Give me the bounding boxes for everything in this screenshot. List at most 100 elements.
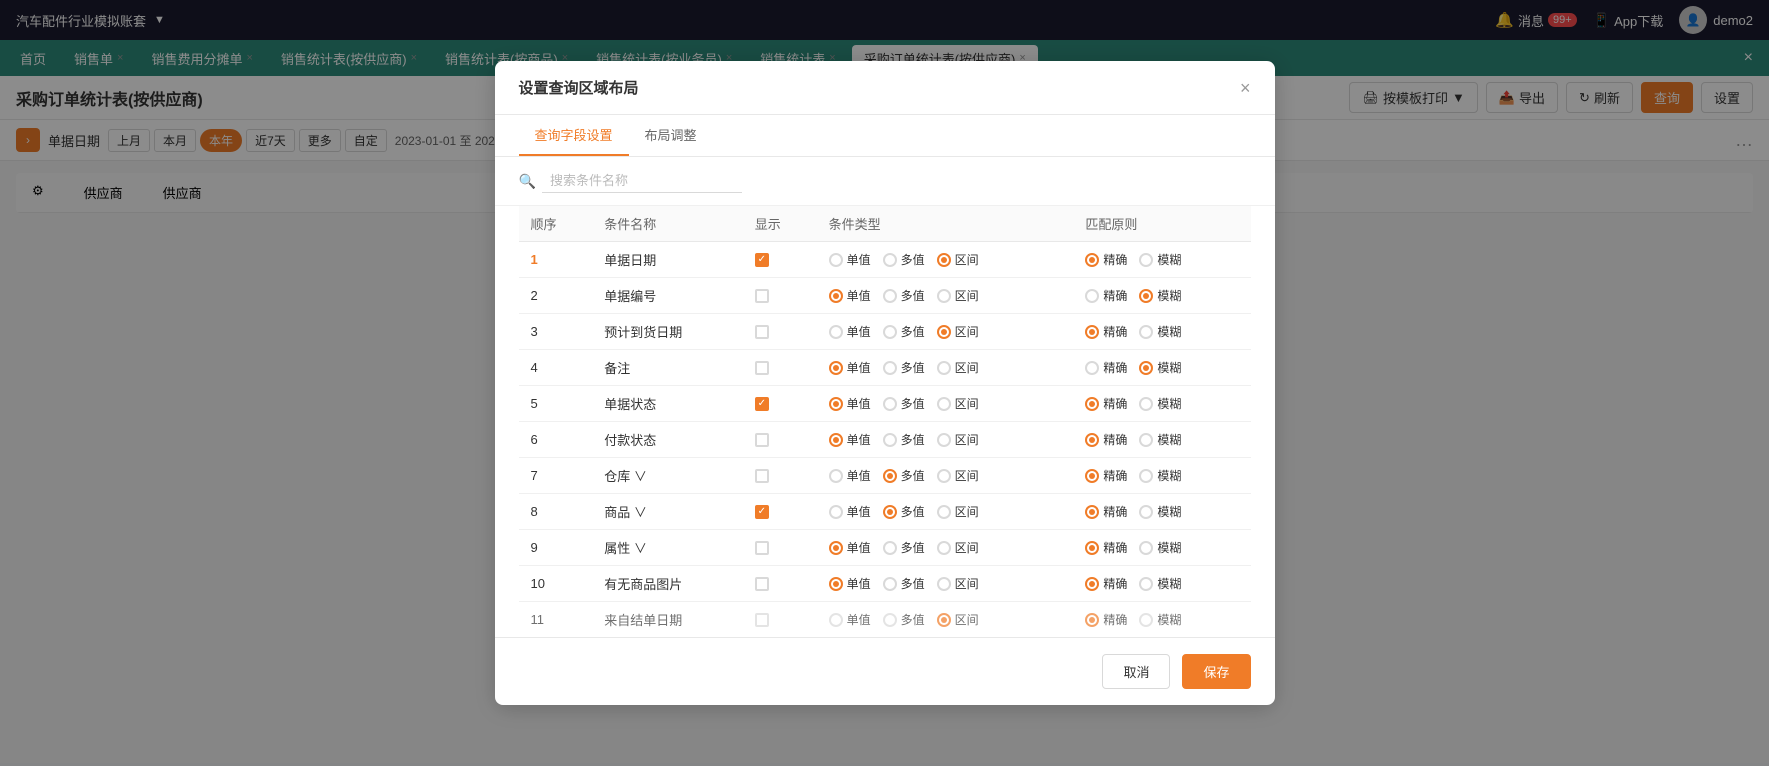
row-display-checkbox[interactable] xyxy=(743,278,817,314)
row-condition-name: 单据编号 xyxy=(592,278,743,314)
checkbox-display[interactable] xyxy=(755,469,769,483)
radio-type-区间[interactable]: 区间 xyxy=(937,251,979,268)
row-condition-name: 单据状态 xyxy=(592,386,743,422)
radio-match-精确[interactable]: 精确 xyxy=(1085,251,1127,268)
row-condition-name: 备注 xyxy=(592,350,743,386)
row-display-checkbox[interactable] xyxy=(743,602,817,638)
radio-type-单值[interactable]: 单值 xyxy=(829,287,871,304)
radio-match-精确[interactable]: 精确 xyxy=(1085,539,1127,556)
radio-match-模糊[interactable]: 模糊 xyxy=(1139,323,1181,340)
radio-type-区间[interactable]: 区间 xyxy=(937,575,979,592)
radio-type-多值[interactable]: 多值 xyxy=(883,395,925,412)
radio-type-单值[interactable]: 单值 xyxy=(829,575,871,592)
dialog-tab-layout[interactable]: 布局调整 xyxy=(629,115,713,156)
checkbox-display[interactable] xyxy=(755,289,769,303)
radio-type-区间[interactable]: 区间 xyxy=(937,323,979,340)
row-type-radios: 单值多值区间 xyxy=(817,494,1074,530)
row-display-checkbox[interactable] xyxy=(743,566,817,602)
radio-match-精确[interactable]: 精确 xyxy=(1085,503,1127,520)
row-type-radios: 单值多值区间 xyxy=(817,422,1074,458)
radio-type-单值[interactable]: 单值 xyxy=(829,611,871,628)
row-display-checkbox[interactable] xyxy=(743,494,817,530)
radio-match-精确[interactable]: 精确 xyxy=(1085,323,1127,340)
row-display-checkbox[interactable] xyxy=(743,314,817,350)
radio-type-多值[interactable]: 多值 xyxy=(883,251,925,268)
radio-match-模糊[interactable]: 模糊 xyxy=(1139,251,1181,268)
radio-type-多值[interactable]: 多值 xyxy=(883,467,925,484)
radio-type-单值[interactable]: 单值 xyxy=(829,431,871,448)
search-input[interactable] xyxy=(542,169,742,193)
checkbox-display[interactable] xyxy=(755,253,769,267)
radio-type-单值[interactable]: 单值 xyxy=(829,251,871,268)
radio-match-模糊[interactable]: 模糊 xyxy=(1139,575,1181,592)
row-condition-name: 付款状态 xyxy=(592,422,743,458)
row-display-checkbox[interactable] xyxy=(743,350,817,386)
radio-match-模糊[interactable]: 模糊 xyxy=(1139,539,1181,556)
dialog-tabs: 查询字段设置 布局调整 xyxy=(495,115,1275,157)
row-display-checkbox[interactable] xyxy=(743,242,817,278)
radio-match-精确[interactable]: 精确 xyxy=(1085,395,1127,412)
radio-match-模糊[interactable]: 模糊 xyxy=(1139,611,1181,628)
row-display-checkbox[interactable] xyxy=(743,422,817,458)
radio-match-精确[interactable]: 精确 xyxy=(1085,287,1127,304)
radio-type-区间[interactable]: 区间 xyxy=(937,503,979,520)
checkbox-display[interactable] xyxy=(755,325,769,339)
radio-match-精确[interactable]: 精确 xyxy=(1085,611,1127,628)
radio-match-模糊[interactable]: 模糊 xyxy=(1139,431,1181,448)
radio-match-精确[interactable]: 精确 xyxy=(1085,359,1127,376)
row-display-checkbox[interactable] xyxy=(743,458,817,494)
radio-type-区间[interactable]: 区间 xyxy=(937,395,979,412)
search-icon: 🔍 xyxy=(519,173,536,190)
checkbox-display[interactable] xyxy=(755,577,769,591)
radio-match-模糊[interactable]: 模糊 xyxy=(1139,359,1181,376)
checkbox-display[interactable] xyxy=(755,505,769,519)
radio-type-区间[interactable]: 区间 xyxy=(937,539,979,556)
radio-type-单值[interactable]: 单值 xyxy=(829,395,871,412)
radio-type-单值[interactable]: 单值 xyxy=(829,359,871,376)
checkbox-display[interactable] xyxy=(755,433,769,447)
radio-type-多值[interactable]: 多值 xyxy=(883,287,925,304)
save-button[interactable]: 保存 xyxy=(1182,654,1250,689)
radio-match-模糊[interactable]: 模糊 xyxy=(1139,503,1181,520)
table-row: 5单据状态单值多值区间精确模糊 xyxy=(519,386,1251,422)
dialog-table-wrapper: 顺序 条件名称 显示 条件类型 匹配原则 1单据日期单值多值区间精确模糊2单据编… xyxy=(495,206,1275,637)
row-match-radios: 精确模糊 xyxy=(1073,602,1250,638)
radio-type-区间[interactable]: 区间 xyxy=(937,467,979,484)
cancel-button[interactable]: 取消 xyxy=(1102,654,1170,689)
row-order: 1 xyxy=(519,242,593,278)
radio-match-精确[interactable]: 精确 xyxy=(1085,575,1127,592)
radio-type-单值[interactable]: 单值 xyxy=(829,467,871,484)
radio-match-模糊[interactable]: 模糊 xyxy=(1139,287,1181,304)
radio-type-区间[interactable]: 区间 xyxy=(937,287,979,304)
radio-type-单值[interactable]: 单值 xyxy=(829,503,871,520)
dialog-close-btn[interactable]: × xyxy=(1240,79,1251,97)
checkbox-display[interactable] xyxy=(755,541,769,555)
radio-type-多值[interactable]: 多值 xyxy=(883,575,925,592)
radio-type-区间[interactable]: 区间 xyxy=(937,359,979,376)
radio-type-多值[interactable]: 多值 xyxy=(883,503,925,520)
row-order: 9 xyxy=(519,530,593,566)
dialog-footer: 取消 保存 xyxy=(495,637,1275,705)
row-display-checkbox[interactable] xyxy=(743,386,817,422)
checkbox-display[interactable] xyxy=(755,613,769,627)
table-row: 1单据日期单值多值区间精确模糊 xyxy=(519,242,1251,278)
col-header-display: 显示 xyxy=(743,206,817,242)
checkbox-display[interactable] xyxy=(755,397,769,411)
radio-type-区间[interactable]: 区间 xyxy=(937,431,979,448)
radio-type-单值[interactable]: 单值 xyxy=(829,323,871,340)
radio-type-区间[interactable]: 区间 xyxy=(937,611,979,628)
radio-type-多值[interactable]: 多值 xyxy=(883,323,925,340)
radio-type-多值[interactable]: 多值 xyxy=(883,431,925,448)
row-display-checkbox[interactable] xyxy=(743,530,817,566)
radio-type-多值[interactable]: 多值 xyxy=(883,611,925,628)
radio-type-多值[interactable]: 多值 xyxy=(883,359,925,376)
radio-type-单值[interactable]: 单值 xyxy=(829,539,871,556)
radio-match-精确[interactable]: 精确 xyxy=(1085,431,1127,448)
radio-type-多值[interactable]: 多值 xyxy=(883,539,925,556)
dialog-tab-query-fields[interactable]: 查询字段设置 xyxy=(519,115,629,156)
checkbox-display[interactable] xyxy=(755,361,769,375)
radio-match-模糊[interactable]: 模糊 xyxy=(1139,467,1181,484)
row-match-radios: 精确模糊 xyxy=(1073,242,1250,278)
radio-match-精确[interactable]: 精确 xyxy=(1085,467,1127,484)
radio-match-模糊[interactable]: 模糊 xyxy=(1139,395,1181,412)
